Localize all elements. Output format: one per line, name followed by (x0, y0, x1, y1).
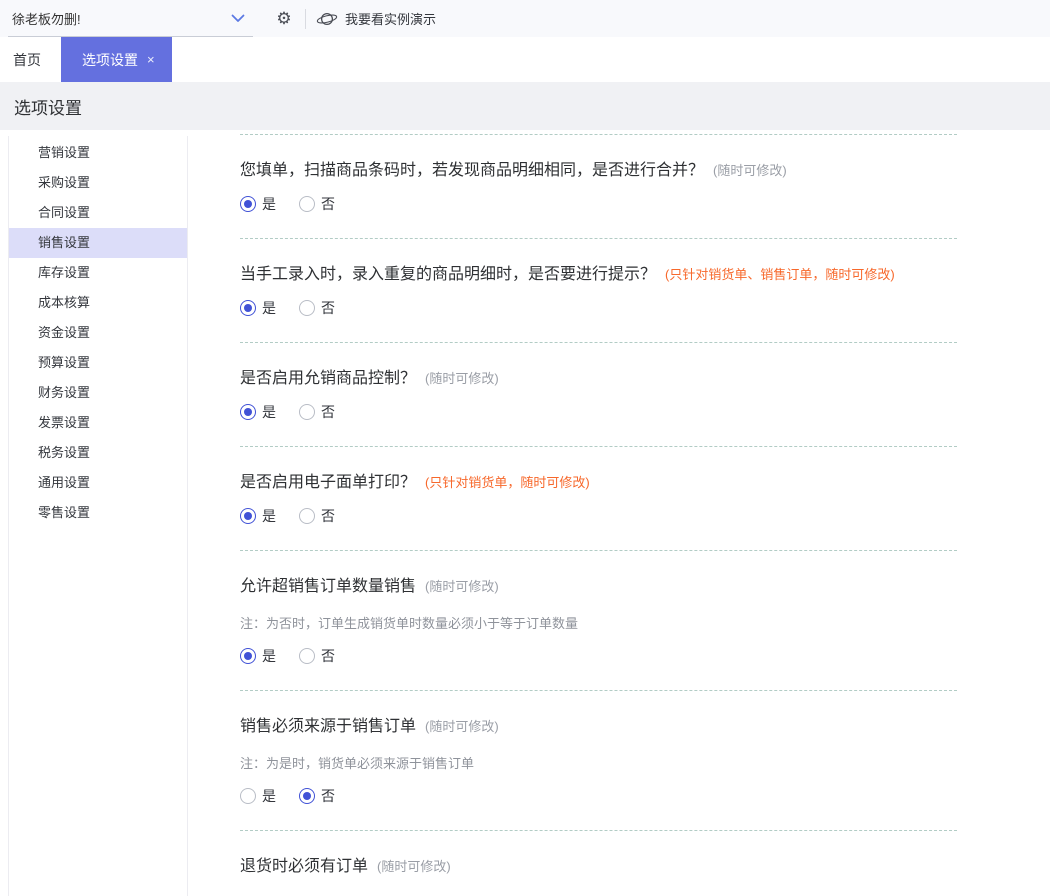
radio-group: 是 否 (240, 786, 957, 806)
setting-section: 销售必须来源于销售订单 (随时可修改) 注：为是时，销货单必须来源于销售订单 是… (240, 691, 957, 831)
top-bar: 徐老板勿删! ⚙ 我要看实例演示 (0, 0, 1050, 37)
sidebar-item[interactable]: 营销设置 (9, 138, 187, 168)
radio-yes-label: 是 (262, 786, 276, 806)
radio-yes-icon[interactable] (240, 508, 256, 524)
radio-yes-label: 是 (262, 402, 276, 422)
setting-title: 销售必须来源于销售订单 (240, 712, 416, 736)
radio-yes-icon[interactable] (240, 788, 256, 804)
chevron-down-icon (231, 14, 245, 23)
setting-hint: (随时可修改) (713, 160, 787, 179)
radio-no-label: 否 (321, 646, 335, 666)
gear-icon[interactable]: ⚙ (271, 9, 297, 29)
setting-hint: (随时可修改) (425, 576, 499, 595)
radio-group: 是 否 (240, 298, 957, 318)
setting-title: 允许超销售订单数量销售 (240, 572, 416, 596)
radio-option-yes[interactable]: 是 (240, 402, 276, 422)
sidebar-item[interactable]: 采购设置 (9, 168, 187, 198)
radio-option-yes[interactable]: 是 (240, 194, 276, 214)
sidebar-item[interactable]: 零售设置 (9, 498, 187, 528)
setting-title: 是否启用允销商品控制？ (240, 364, 416, 388)
topbar-divider (305, 9, 306, 29)
radio-group: 是 否 (240, 506, 957, 526)
radio-no-label: 否 (321, 506, 335, 526)
page-title: 选项设置 (14, 94, 82, 119)
radio-option-no[interactable]: 否 (299, 506, 335, 526)
radio-group: 是 否 (240, 194, 957, 214)
setting-title: 您填单，扫描商品条码时，若发现商品明细相同，是否进行合并？ (240, 156, 704, 180)
radio-yes-label: 是 (262, 194, 276, 214)
sidebar-item[interactable]: 财务设置 (9, 378, 187, 408)
radio-no-label: 否 (321, 402, 335, 422)
main-area: 营销设置 采购设置 合同设置 销售设置 库存设置 成本核算 资金设置 预算设置 … (0, 134, 1050, 896)
demo-link[interactable]: 我要看实例演示 (316, 9, 436, 28)
radio-yes-icon[interactable] (240, 404, 256, 420)
page-title-band: 选项设置 (0, 82, 1050, 130)
close-icon[interactable]: × (147, 53, 155, 66)
radio-group: 是 否 (240, 646, 957, 666)
radio-no-icon[interactable] (299, 300, 315, 316)
setting-hint: (随时可修改) (425, 716, 499, 735)
radio-yes-label: 是 (262, 298, 276, 318)
setting-title: 当手工录入时，录入重复的商品明细时，是否要进行提示？ (240, 260, 656, 284)
radio-no-icon[interactable] (299, 648, 315, 664)
sidebar-item[interactable]: 成本核算 (9, 288, 187, 318)
radio-option-no[interactable]: 否 (299, 298, 335, 318)
radio-yes-icon[interactable] (240, 300, 256, 316)
setting-note: 注：为是时，销货单必须来源于销售订单 (240, 753, 957, 772)
demo-link-label: 我要看实例演示 (345, 9, 436, 28)
radio-no-icon[interactable] (299, 788, 315, 804)
setting-hint: (随时可修改) (377, 856, 451, 875)
tab-home[interactable]: 首页 (0, 37, 61, 82)
radio-no-icon[interactable] (299, 508, 315, 524)
setting-hint: (只针对销货单，随时可修改) (425, 472, 590, 491)
radio-group: 是 否 (240, 402, 957, 422)
setting-section: 当手工录入时，录入重复的商品明细时，是否要进行提示？ (只针对销货单、销售订单，… (240, 239, 957, 343)
radio-option-no[interactable]: 否 (299, 786, 335, 806)
settings-sidebar: 营销设置 采购设置 合同设置 销售设置 库存设置 成本核算 资金设置 预算设置 … (8, 136, 188, 896)
sidebar-item[interactable]: 合同设置 (9, 198, 187, 228)
setting-section: 退货时必须有订单 (随时可修改) 注：为是时，退货单必须来源于销售订单 是 否 (240, 831, 957, 896)
planet-demo-icon (316, 10, 338, 28)
setting-note: 注：为否时，订单生成销货单时数量必须小于等于订单数量 (240, 613, 957, 632)
sidebar-item[interactable]: 销售设置 (9, 228, 187, 258)
radio-no-icon[interactable] (299, 404, 315, 420)
setting-title: 退货时必须有订单 (240, 852, 368, 876)
tab-bar: 首页 选项设置 × (0, 37, 1050, 82)
radio-option-no[interactable]: 否 (299, 646, 335, 666)
radio-yes-label: 是 (262, 646, 276, 666)
sidebar-item[interactable]: 通用设置 (9, 468, 187, 498)
radio-yes-icon[interactable] (240, 648, 256, 664)
tab-options-settings[interactable]: 选项设置 × (61, 37, 172, 82)
settings-list: 您填单，扫描商品条码时，若发现商品明细相同，是否进行合并？ (随时可修改) 是 … (240, 134, 957, 896)
radio-option-no[interactable]: 否 (299, 402, 335, 422)
setting-section: 您填单，扫描商品条码时，若发现商品明细相同，是否进行合并？ (随时可修改) 是 … (240, 135, 957, 239)
account-name: 徐老板勿删! (12, 9, 81, 28)
setting-hint: (随时可修改) (425, 368, 499, 387)
sidebar-item[interactable]: 资金设置 (9, 318, 187, 348)
radio-no-label: 否 (321, 298, 335, 318)
radio-no-label: 否 (321, 786, 335, 806)
radio-option-yes[interactable]: 是 (240, 786, 276, 806)
setting-hint: (只针对销货单、销售订单，随时可修改) (665, 264, 895, 283)
radio-no-icon[interactable] (299, 196, 315, 212)
radio-yes-label: 是 (262, 506, 276, 526)
sidebar-item[interactable]: 发票设置 (9, 408, 187, 438)
sidebar-item[interactable]: 税务设置 (9, 438, 187, 468)
radio-no-label: 否 (321, 194, 335, 214)
radio-option-yes[interactable]: 是 (240, 646, 276, 666)
radio-yes-icon[interactable] (240, 196, 256, 212)
setting-title: 是否启用电子面单打印？ (240, 468, 416, 492)
sidebar-item[interactable]: 预算设置 (9, 348, 187, 378)
tab-options-label: 选项设置 (82, 50, 138, 70)
setting-section: 允许超销售订单数量销售 (随时可修改) 注：为否时，订单生成销货单时数量必须小于… (240, 551, 957, 691)
sidebar-item[interactable]: 库存设置 (9, 258, 187, 288)
radio-option-yes[interactable]: 是 (240, 506, 276, 526)
account-dropdown[interactable]: 徐老板勿删! (8, 0, 253, 37)
setting-section: 是否启用允销商品控制？ (随时可修改) 是 否 (240, 343, 957, 447)
radio-option-yes[interactable]: 是 (240, 298, 276, 318)
radio-option-no[interactable]: 否 (299, 194, 335, 214)
setting-section: 是否启用电子面单打印？ (只针对销货单，随时可修改) 是 否 (240, 447, 957, 551)
